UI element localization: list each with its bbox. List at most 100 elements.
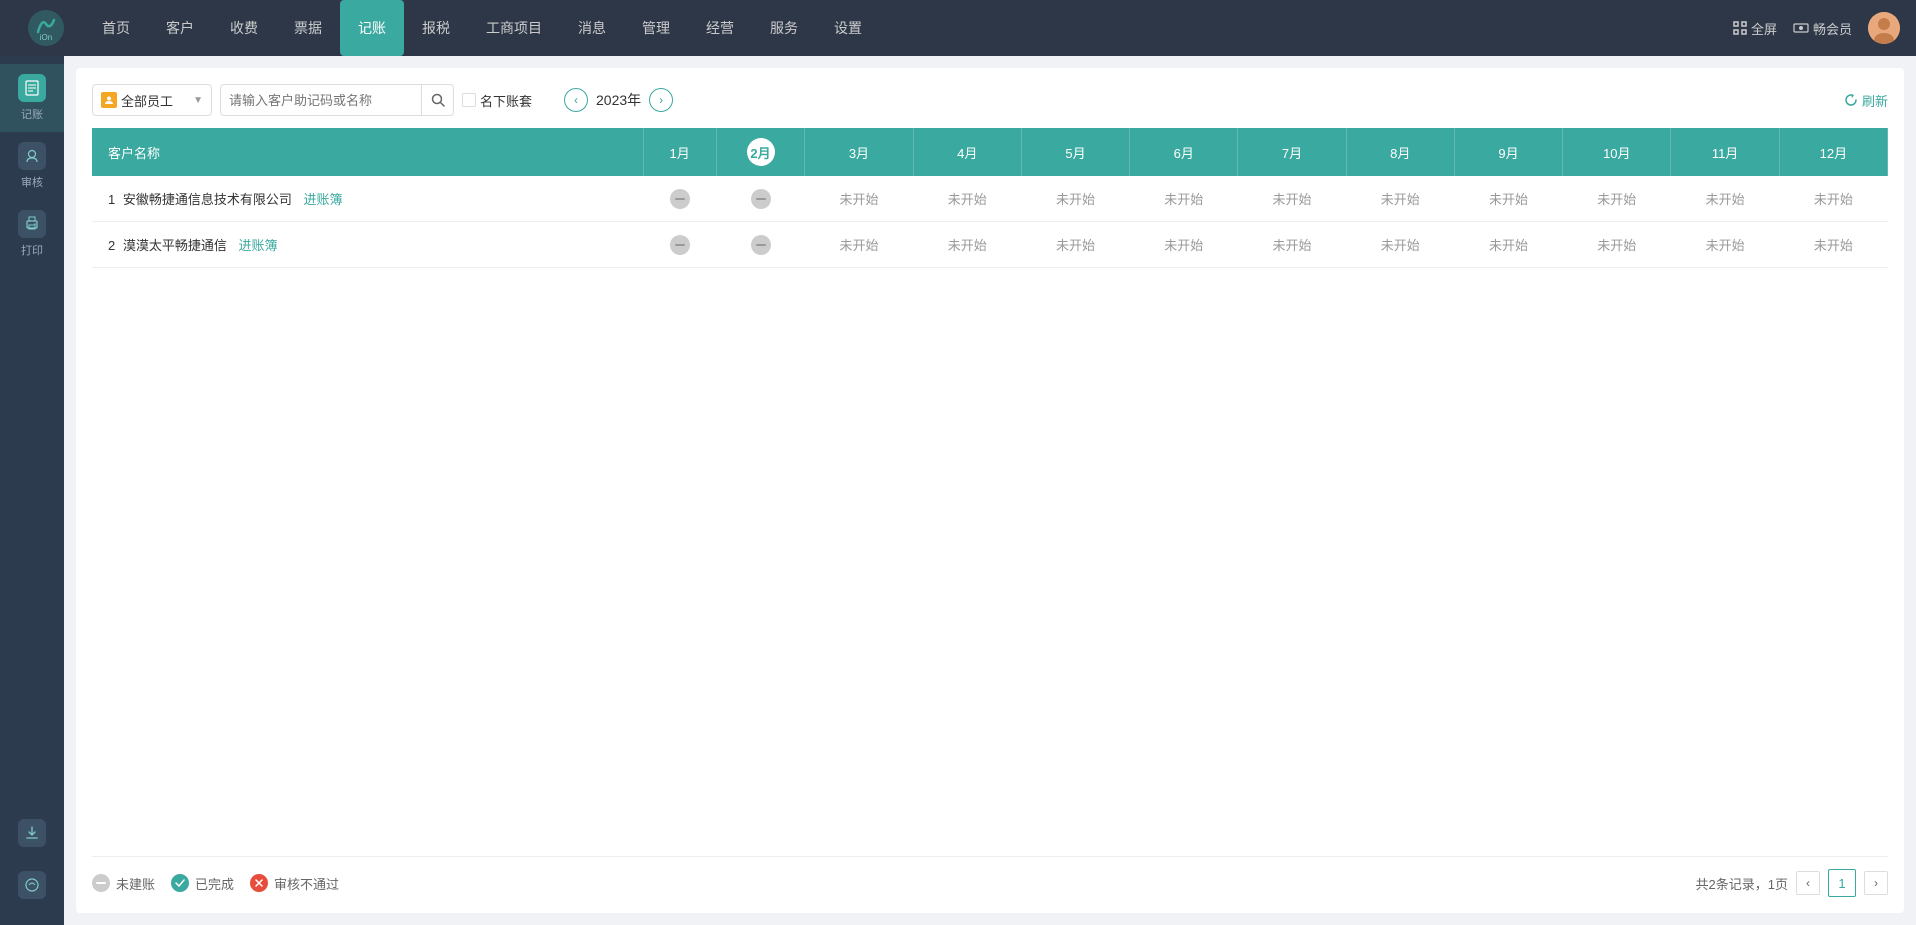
chat-icon — [18, 871, 46, 899]
col-nov: 11月 — [1671, 128, 1779, 176]
table-container: 客户名称 1月 2月 3月 4月 5月 6月 7月 8月 9月 — [92, 128, 1888, 848]
legend-red-icon — [250, 874, 268, 892]
sidebar-chat[interactable] — [18, 861, 46, 909]
status-1-jan — [643, 176, 716, 222]
nav-client[interactable]: 客户 — [148, 0, 212, 56]
dash-icon — [751, 189, 771, 209]
vip-button[interactable]: 畅会员 — [1793, 19, 1852, 38]
print-icon — [18, 210, 46, 238]
table-header-row: 客户名称 1月 2月 3月 4月 5月 6月 7月 8月 9月 — [92, 128, 1888, 176]
logo: iOn — [16, 10, 76, 46]
nav-items: 首页 客户 收费 票据 记账 报税 工商项目 消息 管理 经营 服务 设置 — [84, 0, 1733, 56]
nav-tax[interactable]: 报税 — [404, 0, 468, 56]
status-2-mar: 未开始 — [805, 222, 913, 268]
status-1-nov: 未开始 — [1671, 176, 1779, 222]
toolbar: 全部员工 ▼ 名下账套 ‹ 2023年 › — [92, 84, 1888, 116]
search-button[interactable] — [421, 84, 453, 116]
fullscreen-button[interactable]: 全屏 — [1733, 19, 1777, 38]
sidebar-bottom — [18, 809, 46, 925]
status-2-oct: 未开始 — [1563, 222, 1671, 268]
refresh-button[interactable]: 刷新 — [1844, 91, 1888, 110]
footer: 未建账 已完成 审核不通过 共2条记录，1页 ‹ 1 — [92, 856, 1888, 897]
status-1-jul: 未开始 — [1238, 176, 1346, 222]
top-nav: iOn 首页 客户 收费 票据 记账 报税 工商项目 消息 管理 经营 服务 设… — [0, 0, 1916, 56]
status-1-feb — [716, 176, 805, 222]
nav-service[interactable]: 服务 — [752, 0, 816, 56]
nav-accounting[interactable]: 记账 — [340, 0, 404, 56]
col-sep: 9月 — [1454, 128, 1562, 176]
status-1-dec: 未开始 — [1779, 176, 1887, 222]
status-1-aug: 未开始 — [1346, 176, 1454, 222]
col-jul: 7月 — [1238, 128, 1346, 176]
status-2-apr: 未开始 — [913, 222, 1021, 268]
sidebar-item-accounting[interactable]: 记账 — [0, 64, 64, 132]
checkbox[interactable] — [462, 93, 476, 107]
accounting-icon — [18, 74, 46, 102]
sidebar-item-print[interactable]: 打印 — [0, 200, 64, 268]
col-jan: 1月 — [643, 128, 716, 176]
dash-icon — [670, 189, 690, 209]
status-2-jul: 未开始 — [1238, 222, 1346, 268]
status-2-aug: 未开始 — [1346, 222, 1454, 268]
nav-operation[interactable]: 经营 — [688, 0, 752, 56]
nav-business[interactable]: 工商项目 — [468, 0, 560, 56]
nav-message[interactable]: 消息 — [560, 0, 624, 56]
nav-settings[interactable]: 设置 — [816, 0, 880, 56]
nav-right: 全屏 畅会员 — [1733, 12, 1900, 44]
col-client: 客户名称 — [92, 128, 643, 176]
sidebar: 记账 审核 打印 — [0, 56, 64, 925]
status-1-jun: 未开始 — [1130, 176, 1238, 222]
download-icon — [18, 819, 46, 847]
sidebar-download[interactable] — [18, 809, 46, 857]
legend-not-started: 未建账 — [92, 874, 155, 893]
main-table: 客户名称 1月 2月 3月 4月 5月 6月 7月 8月 9月 — [92, 128, 1888, 268]
year-next-button[interactable]: › — [649, 88, 673, 112]
nav-billing[interactable]: 收费 — [212, 0, 276, 56]
nav-manage[interactable]: 管理 — [624, 0, 688, 56]
col-apr: 4月 — [913, 128, 1021, 176]
col-jun: 6月 — [1130, 128, 1238, 176]
col-aug: 8月 — [1346, 128, 1454, 176]
dash-icon — [751, 235, 771, 255]
legend-gray-icon — [92, 874, 110, 892]
nav-invoice[interactable]: 票据 — [276, 0, 340, 56]
nav-home[interactable]: 首页 — [84, 0, 148, 56]
checkbox-label: 名下账套 — [480, 91, 532, 110]
checkbox-wrap[interactable]: 名下账套 — [462, 91, 532, 110]
col-may: 5月 — [1021, 128, 1129, 176]
table-row: 2 漠漠太平畅捷通信 进账簿 未开始 未开始 未开始 未开始 未开始 未开始 — [92, 222, 1888, 268]
enter-ledger-link-1[interactable]: 进账簿 — [304, 192, 343, 207]
employee-icon — [101, 92, 117, 108]
svg-text:iOn: iOn — [40, 33, 52, 42]
employee-select[interactable]: 全部员工 ▼ — [92, 84, 212, 116]
sidebar-item-review[interactable]: 审核 — [0, 132, 64, 200]
client-cell-1: 1 安徽畅捷通信息技术有限公司 进账簿 — [92, 176, 643, 222]
col-dec: 12月 — [1779, 128, 1887, 176]
employee-select-text: 全部员工 — [121, 91, 189, 110]
year-prev-button[interactable]: ‹ — [564, 88, 588, 112]
status-1-may: 未开始 — [1021, 176, 1129, 222]
page-prev-button[interactable]: ‹ — [1796, 871, 1820, 895]
client-cell-2: 2 漠漠太平畅捷通信 进账簿 — [92, 222, 643, 268]
status-2-jun: 未开始 — [1130, 222, 1238, 268]
avatar[interactable] — [1868, 12, 1900, 44]
search-input[interactable] — [221, 93, 421, 108]
page-next-button[interactable]: › — [1864, 871, 1888, 895]
status-2-feb — [716, 222, 805, 268]
table-row: 1 安徽畅捷通信息技术有限公司 进账簿 未开始 未开始 未开始 未开始 未开始 — [92, 176, 1888, 222]
total-text: 共2条记录，1页 — [1696, 874, 1788, 893]
legend-completed: 已完成 — [171, 874, 234, 893]
year-display: 2023年 — [596, 90, 641, 110]
status-2-dec: 未开始 — [1779, 222, 1887, 268]
search-input-wrap — [220, 84, 454, 116]
status-1-sep: 未开始 — [1454, 176, 1562, 222]
page-current[interactable]: 1 — [1828, 869, 1856, 897]
col-feb: 2月 — [716, 128, 805, 176]
legend-teal-icon — [171, 874, 189, 892]
status-2-sep: 未开始 — [1454, 222, 1562, 268]
status-2-jan — [643, 222, 716, 268]
col-mar: 3月 — [805, 128, 913, 176]
enter-ledger-link-2[interactable]: 进账簿 — [239, 238, 278, 253]
status-2-nov: 未开始 — [1671, 222, 1779, 268]
status-1-mar: 未开始 — [805, 176, 913, 222]
